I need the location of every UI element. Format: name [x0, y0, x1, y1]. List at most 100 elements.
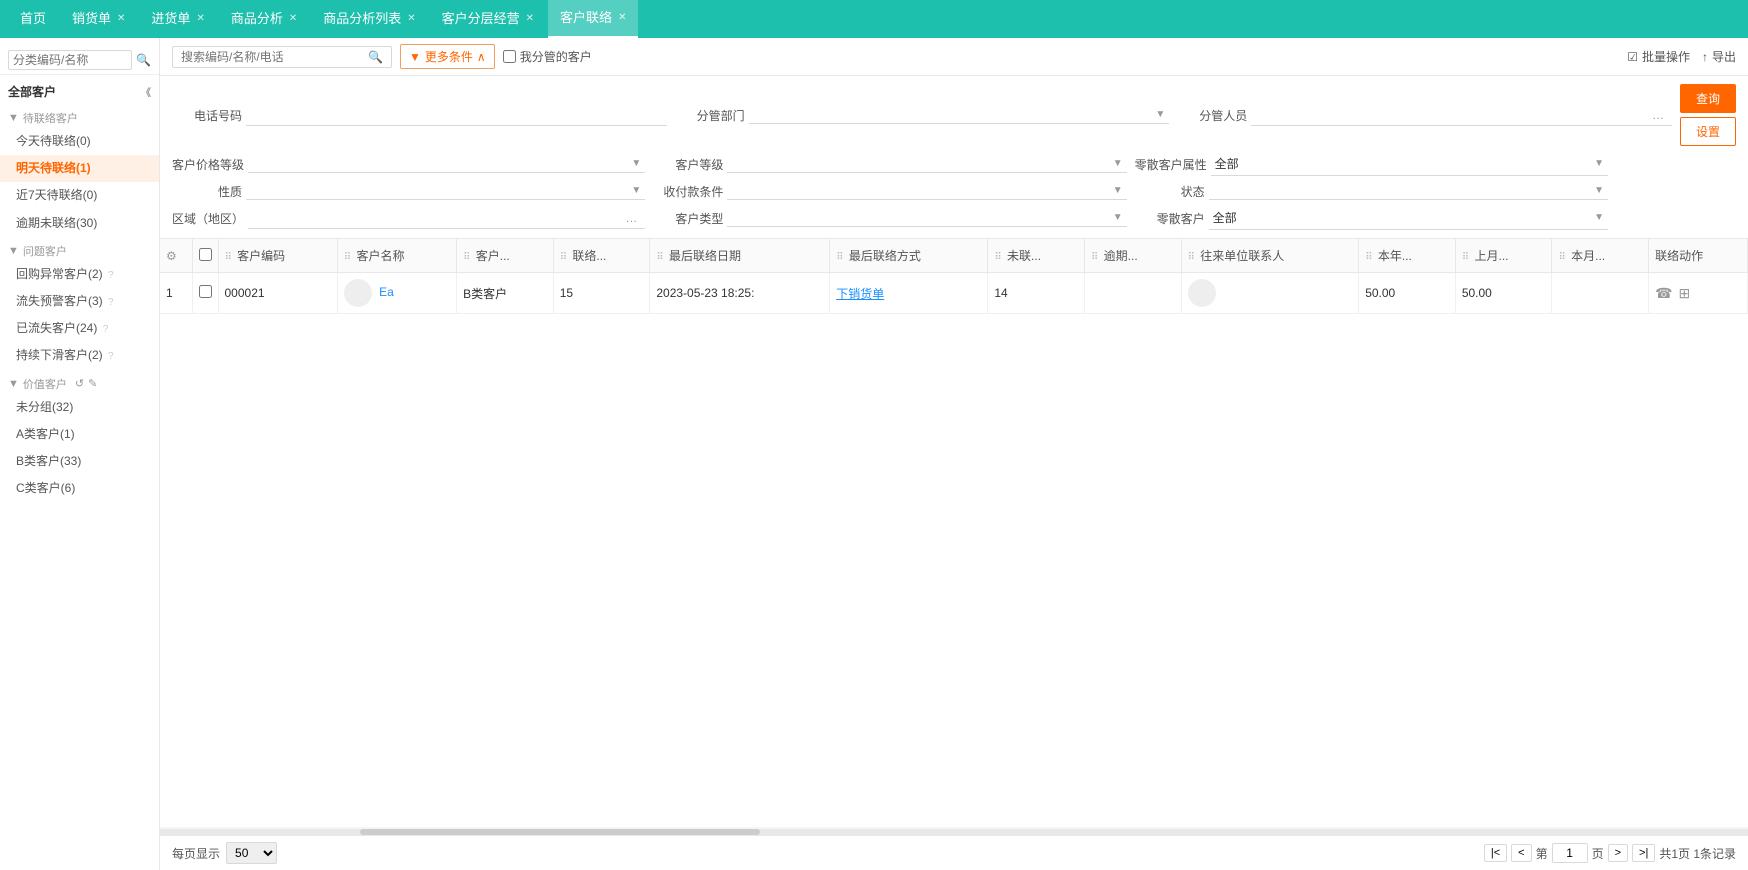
sidebar-item-week-contact[interactable]: 近7天待联络(0)	[0, 182, 159, 209]
th-overdue: ⠿ 逾期...	[1084, 239, 1181, 273]
batch-op-btn[interactable]: ☑ 批量操作	[1627, 48, 1690, 65]
sidebar-item-class-b[interactable]: B类客户(33)	[0, 448, 159, 475]
td-this-month	[1552, 273, 1649, 314]
sidebar-item-churn-warning[interactable]: 流失预警客户(3) ?	[0, 288, 159, 315]
nav-goods-analysis-close[interactable]: ✕	[289, 0, 297, 38]
sidebar-search-icon[interactable]: 🔍	[136, 53, 151, 67]
query-btn[interactable]: 查询	[1680, 84, 1736, 113]
filter-payment-label: 收付款条件	[653, 183, 723, 200]
my-customers-checkbox[interactable]	[503, 50, 516, 63]
sidebar-item-today-contact[interactable]: 今天待联络(0)	[0, 128, 159, 155]
filter-area: 区域（地区） …	[172, 208, 645, 229]
filter-customer-level-select[interactable]: ▼	[727, 155, 1126, 173]
filter-value-level-select[interactable]: ▼	[248, 155, 645, 173]
nav-purchase[interactable]: 进货单 ✕	[139, 0, 216, 38]
filter-dept-select[interactable]: ▼	[749, 106, 1170, 124]
th-last-method-label: 最后联络方式	[849, 249, 921, 263]
phone-action-icon[interactable]: ☎	[1655, 285, 1672, 302]
filter-manager-label: 分管人员	[1177, 107, 1247, 124]
sidebar-item-class-a[interactable]: A类客户(1)	[0, 421, 159, 448]
scrollbar-thumb[interactable]	[360, 829, 760, 835]
filter-row-1: 电话号码 分管部门 ▼ 分管人员 … 查询 设置	[172, 84, 1736, 146]
filter-retail-customer-select[interactable]: 全部 ▼	[1209, 206, 1608, 230]
col-handle-overdue: ⠿	[1091, 252, 1098, 263]
nav-customer-contact-close[interactable]: ✕	[618, 0, 626, 37]
grid-action-icon[interactable]: ⊞	[1679, 285, 1691, 302]
edit-icon[interactable]: ✎	[88, 377, 97, 390]
row-contact-count: 15	[560, 286, 573, 300]
next-page-btn[interactable]: >	[1608, 844, 1628, 862]
th-last-month: ⠿ 上月...	[1455, 239, 1552, 273]
sidebar-item-ungrouped[interactable]: 未分组(32)	[0, 394, 159, 421]
sidebar-item-tomorrow-contact[interactable]: 明天待联络(1)	[0, 155, 159, 182]
row-name[interactable]: Ea	[379, 285, 394, 299]
filter-retail-attr-select[interactable]: 全部 ▼	[1211, 152, 1608, 176]
per-page-select[interactable]: 50 100 200	[226, 842, 277, 864]
top-nav: 首页 销货单 ✕ 进货单 ✕ 商品分析 ✕ 商品分析列表 ✕ 客户分层经营 ✕ …	[0, 0, 1748, 38]
filter-value-level-label: 客户价格等级	[172, 156, 244, 173]
nav-customer-tier[interactable]: 客户分层经营 ✕	[430, 0, 546, 38]
filter-nature: 性质 ▼	[172, 182, 645, 200]
sidebar-all-customers[interactable]: 全部客户 《	[0, 79, 159, 104]
sidebar-search-input[interactable]	[8, 50, 132, 70]
customer-type-arrow: ▼	[1113, 212, 1123, 223]
row-last-method[interactable]: 下销货单	[836, 287, 884, 301]
page-input[interactable]	[1552, 843, 1588, 863]
nav-goods-analysis[interactable]: 商品分析 ✕	[219, 0, 309, 38]
th-last-month-label: 上月...	[1474, 249, 1508, 263]
filter-panel: 电话号码 分管部门 ▼ 分管人员 … 查询 设置	[160, 76, 1748, 239]
nav-customer-tier-label: 客户分层经营	[442, 0, 520, 38]
sidebar-item-overdue-contact[interactable]: 逾期未联络(30)	[0, 210, 159, 237]
settings-icon[interactable]: ⚙	[166, 249, 177, 263]
th-type: ⠿ 客户...	[457, 239, 554, 273]
my-customers-check[interactable]: 我分管的客户	[503, 48, 592, 65]
nav-customer-contact[interactable]: 客户联络 ✕	[548, 0, 638, 38]
th-contact-count-label: 联络...	[572, 249, 606, 263]
col-handle-this-year: ⠿	[1365, 252, 1372, 263]
sidebar-item-churned[interactable]: 已流失客户(24) ?	[0, 315, 159, 342]
reset-btn[interactable]: 设置	[1680, 117, 1736, 146]
sidebar-item-declining[interactable]: 持续下滑客户(2) ?	[0, 342, 159, 369]
first-page-btn[interactable]: |<	[1484, 844, 1507, 862]
nav-purchase-close[interactable]: ✕	[196, 0, 204, 38]
col-handle-name: ⠿	[344, 252, 351, 263]
select-all-checkbox[interactable]	[199, 248, 212, 261]
refresh-icon[interactable]: ↺	[75, 377, 84, 390]
dept-arrow-icon: ▼	[1155, 109, 1165, 120]
nav-sales-close[interactable]: ✕	[117, 0, 125, 38]
toolbar: 🔍 ▼ 更多条件 ∧ 我分管的客户 ☑ 批量操作 ↑ 导出	[160, 38, 1748, 76]
nav-home[interactable]: 首页	[8, 0, 58, 38]
prev-page-btn[interactable]: <	[1511, 844, 1531, 862]
retail-attr-arrow: ▼	[1594, 158, 1604, 169]
filter-phone-input[interactable]	[246, 105, 667, 126]
td-name: Ea	[337, 273, 456, 314]
filter-area-select[interactable]: …	[248, 208, 645, 229]
row-code: 000021	[225, 286, 265, 300]
export-btn[interactable]: ↑ 导出	[1702, 48, 1736, 65]
filter-nature-select[interactable]: ▼	[246, 182, 645, 200]
search-input[interactable]	[181, 50, 368, 64]
area-dots-icon[interactable]: …	[621, 211, 641, 225]
table-header: ⚙ ⠿ 客户编码 ⠿ 客户名称	[160, 239, 1748, 273]
filter-status-select[interactable]: ▼	[1209, 182, 1608, 200]
row-checkbox[interactable]	[199, 285, 212, 298]
nav-goods-analysis-list[interactable]: 商品分析列表 ✕	[311, 0, 427, 38]
col-handle-this-month: ⠿	[1558, 252, 1565, 263]
more-filter-btn[interactable]: ▼ 更多条件 ∧	[400, 44, 495, 69]
sidebar-all-customers-label: 全部客户	[8, 83, 56, 100]
filter-customer-type-select[interactable]: ▼	[727, 209, 1126, 227]
sidebar-item-class-c[interactable]: C类客户(6)	[0, 475, 159, 502]
filter-manager-select[interactable]: …	[1251, 105, 1672, 126]
nav-goods-analysis-list-close[interactable]: ✕	[407, 0, 415, 38]
horizontal-scrollbar[interactable]	[160, 827, 1748, 835]
filter-payment-select[interactable]: ▼	[727, 182, 1126, 200]
manager-dots-icon[interactable]: …	[1648, 108, 1668, 122]
sidebar-item-repurchase-abnormal[interactable]: 回购异常客户(2) ?	[0, 261, 159, 288]
filter-phone: 电话号码	[172, 105, 667, 126]
search-icon[interactable]: 🔍	[368, 50, 383, 64]
td-last-date: 2023-05-23 18:25:	[650, 273, 830, 314]
content-area: 🔍 ▼ 更多条件 ∧ 我分管的客户 ☑ 批量操作 ↑ 导出	[160, 38, 1748, 870]
nav-customer-tier-close[interactable]: ✕	[526, 0, 534, 38]
nav-sales[interactable]: 销货单 ✕	[60, 0, 137, 38]
last-page-btn[interactable]: >|	[1632, 844, 1655, 862]
